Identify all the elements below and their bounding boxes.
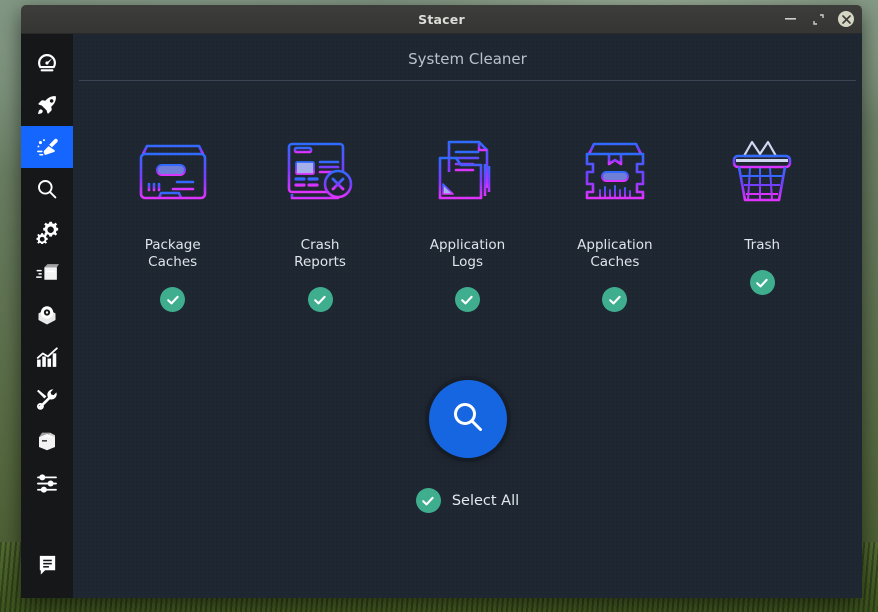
sidebar-item-startup-apps[interactable] bbox=[21, 84, 73, 126]
cleaner-items-grid: Package Caches Crash Reports Application… bbox=[73, 81, 862, 312]
disk-icon bbox=[35, 303, 59, 327]
sidebar-item-settings[interactable] bbox=[21, 462, 73, 504]
cleaner-item-trash[interactable]: Trash bbox=[692, 129, 832, 295]
cleaner-item-checkbox[interactable] bbox=[454, 287, 480, 312]
cleaner-item-checkbox[interactable] bbox=[307, 287, 333, 312]
cleaner-item-application-logs[interactable]: Application Logs bbox=[397, 129, 537, 312]
window-title: Stacer bbox=[418, 11, 465, 27]
bar-chart-icon bbox=[35, 345, 60, 370]
dashboard-gauge-icon bbox=[35, 51, 59, 75]
cleaner-item-label: Application Logs bbox=[429, 237, 506, 270]
rocket-icon bbox=[35, 93, 59, 117]
sidebar-item-packages[interactable] bbox=[21, 420, 73, 462]
sidebar-item-dashboard[interactable] bbox=[21, 42, 73, 84]
sidebar-item-helpers[interactable] bbox=[21, 378, 73, 420]
cleaner-item-label: Crash Reports bbox=[294, 237, 346, 270]
trash-icon bbox=[718, 129, 806, 215]
sidebar-item-processes[interactable] bbox=[21, 252, 73, 294]
package-box-icon bbox=[35, 429, 59, 453]
window-body: System Cleaner Package Caches Crash Repo… bbox=[21, 34, 862, 598]
cleaner-item-application-caches[interactable]: Application Caches bbox=[545, 129, 685, 312]
broom-icon bbox=[35, 135, 60, 160]
feedback-icon bbox=[36, 553, 59, 576]
package-caches-icon bbox=[129, 129, 217, 215]
cleaner-item-checkbox[interactable] bbox=[749, 270, 775, 295]
sidebar-item-resources[interactable] bbox=[21, 336, 73, 378]
scan-button[interactable] bbox=[428, 380, 507, 458]
application-logs-icon bbox=[423, 129, 511, 215]
main-content: System Cleaner Package Caches Crash Repo… bbox=[73, 34, 862, 598]
tools-icon bbox=[35, 387, 60, 412]
maximize-button[interactable] bbox=[810, 11, 826, 27]
search-icon bbox=[449, 398, 487, 440]
window-titlebar: Stacer bbox=[21, 5, 862, 34]
select-all-row[interactable]: Select All bbox=[415, 488, 520, 513]
scan-section: Select All bbox=[73, 376, 862, 513]
cleaner-item-checkbox[interactable] bbox=[160, 287, 186, 312]
cleaner-item-label: Application Caches bbox=[577, 237, 653, 270]
sidebar bbox=[21, 34, 73, 598]
scan-button-ring[interactable] bbox=[424, 376, 511, 462]
close-button[interactable] bbox=[838, 11, 854, 27]
application-caches-icon bbox=[571, 129, 659, 215]
window-controls bbox=[782, 5, 854, 33]
magnifier-icon bbox=[35, 177, 59, 201]
sidebar-item-system-cleaner[interactable] bbox=[21, 126, 73, 168]
gears-icon bbox=[35, 219, 60, 244]
sidebar-item-uninstaller[interactable] bbox=[21, 294, 73, 336]
cleaner-item-label: Package Caches bbox=[144, 237, 201, 270]
crash-reports-icon bbox=[276, 129, 364, 215]
cleaner-item-label: Trash bbox=[744, 237, 781, 253]
page-title: System Cleaner bbox=[408, 50, 527, 68]
cleaner-item-crash-reports[interactable]: Crash Reports bbox=[250, 129, 390, 312]
sidebar-item-feedback[interactable] bbox=[21, 543, 73, 585]
minimize-button[interactable] bbox=[782, 11, 798, 27]
select-all-label: Select All bbox=[451, 492, 520, 509]
cleaner-item-checkbox[interactable] bbox=[602, 287, 628, 312]
sidebar-item-services[interactable] bbox=[21, 210, 73, 252]
select-all-checkbox[interactable] bbox=[415, 488, 441, 513]
stacer-window: Stacer System Cleaner Package Caches Cra… bbox=[21, 5, 862, 598]
sliders-icon bbox=[35, 471, 60, 496]
sidebar-item-search[interactable] bbox=[21, 168, 73, 210]
processes-icon bbox=[35, 261, 60, 286]
cleaner-item-package-caches[interactable]: Package Caches bbox=[103, 129, 243, 312]
